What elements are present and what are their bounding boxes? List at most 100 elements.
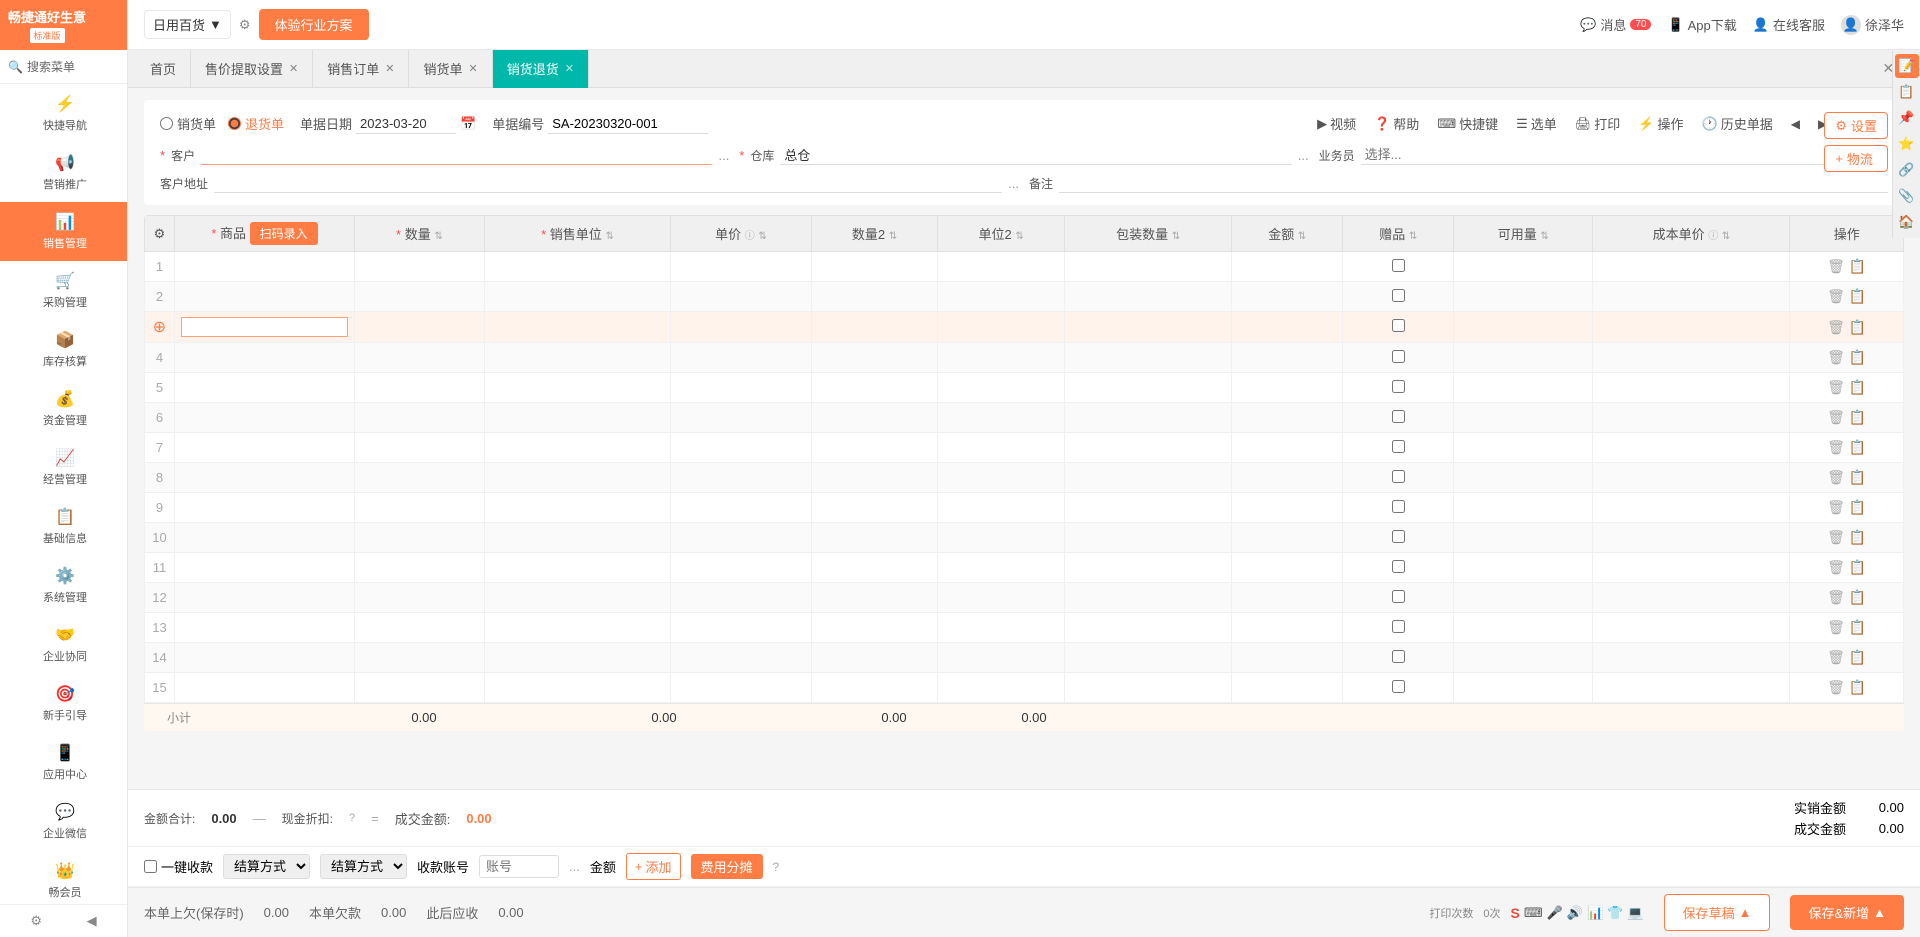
delete-icon[interactable]: 🗑: [1827, 409, 1845, 426]
sidebar-item-inventory[interactable]: 📦 库存核算: [0, 320, 127, 379]
copy-icon[interactable]: 📋: [1849, 409, 1866, 426]
shortcut-btn[interactable]: ⌨ 快捷键: [1433, 112, 1502, 135]
rp-note-icon[interactable]: 📝: [1895, 54, 1919, 78]
delete-icon[interactable]: 🗑: [1827, 469, 1845, 486]
delete-icon[interactable]: 🗑: [1827, 439, 1845, 456]
tool5-icon[interactable]: 👕: [1607, 905, 1623, 921]
delete-icon[interactable]: 🗑: [1827, 288, 1845, 305]
date-input[interactable]: [356, 114, 456, 134]
prev-btn[interactable]: ◀: [1787, 115, 1804, 133]
dropdown-arrow[interactable]: ▲: [1739, 905, 1752, 920]
copy-icon[interactable]: 📋: [1849, 258, 1866, 275]
rp-star-icon[interactable]: ⭐: [1895, 132, 1919, 156]
dropdown-arrow[interactable]: ▲: [1873, 905, 1886, 920]
delete-icon[interactable]: 🗑: [1827, 258, 1845, 275]
delete-icon[interactable]: 🗑: [1827, 379, 1845, 396]
copy-icon[interactable]: 📋: [1849, 559, 1866, 576]
delete-icon[interactable]: 🗑: [1827, 649, 1845, 666]
video-btn[interactable]: ▶ 视频: [1313, 112, 1360, 135]
copy-icon[interactable]: 📋: [1849, 529, 1866, 546]
settlement-select[interactable]: 结算方式: [223, 854, 310, 879]
settings-icon[interactable]: ⚙: [30, 913, 42, 929]
calc-select[interactable]: 结算方式: [320, 854, 407, 879]
address-select-btn[interactable]: ...: [1008, 176, 1019, 191]
cost-price-cell[interactable]: [1593, 252, 1790, 282]
rp-list-icon[interactable]: 📋: [1895, 80, 1919, 104]
note-input[interactable]: [1059, 173, 1888, 193]
message-item[interactable]: 💬 消息 70: [1580, 15, 1651, 34]
sidebar-item-sales[interactable]: 📊 销售管理: [0, 202, 127, 261]
copy-icon[interactable]: 📋: [1849, 379, 1866, 396]
one-click-label[interactable]: 一键收款: [144, 857, 213, 876]
tool1-icon[interactable]: ⌨: [1524, 905, 1543, 921]
setting-btn[interactable]: ⚙ 设置: [1824, 112, 1888, 139]
category-selector[interactable]: 日用百货 ▼: [144, 10, 231, 39]
help-btn[interactable]: ❓ 帮助: [1370, 112, 1423, 135]
delete-icon[interactable]: 🗑: [1827, 589, 1845, 606]
tab-price-settings[interactable]: 售价提取设置 ✕: [191, 50, 313, 88]
add-row-btn[interactable]: ⊕: [145, 312, 175, 343]
delete-icon[interactable]: 🗑: [1827, 319, 1845, 336]
copy-icon[interactable]: 📋: [1849, 619, 1866, 636]
sidebar-item-purchase[interactable]: 🛒 采购管理: [0, 261, 127, 320]
copy-icon[interactable]: 📋: [1849, 319, 1866, 336]
product-input[interactable]: [181, 317, 348, 337]
close-icon[interactable]: ✕: [565, 62, 574, 75]
tool3-icon[interactable]: 🔊: [1567, 905, 1583, 921]
qty2-cell[interactable]: [811, 252, 938, 282]
delete-icon[interactable]: 🗑: [1827, 619, 1845, 636]
tab-sales-delivery[interactable]: 销货单 ✕: [409, 50, 492, 88]
radio-return[interactable]: 退货单: [228, 114, 284, 133]
save-draft-btn[interactable]: 保存草稿 ▲: [1664, 894, 1771, 931]
unit-price-cell[interactable]: [671, 252, 812, 282]
scan-btn[interactable]: 扫码录入: [250, 222, 318, 245]
history-btn[interactable]: 🕐 历史单据: [1698, 112, 1777, 135]
salesperson-input[interactable]: [1361, 145, 1871, 165]
copy-icon[interactable]: 📋: [1849, 439, 1866, 456]
sidebar-item-member[interactable]: 👑 畅会员: [0, 851, 127, 904]
logistics-btn[interactable]: + 物流: [1824, 145, 1888, 172]
collapse-icon[interactable]: ◀: [87, 913, 97, 929]
settings-topbar-icon[interactable]: ⚙: [239, 17, 251, 33]
pack-qty-cell[interactable]: [1064, 252, 1231, 282]
id-input[interactable]: [548, 114, 708, 134]
delete-icon[interactable]: 🗑: [1827, 529, 1845, 546]
sales-unit-cell[interactable]: [484, 252, 670, 282]
copy-icon[interactable]: 📋: [1849, 288, 1866, 305]
fee-split-btn[interactable]: 费用分摊: [691, 854, 763, 879]
rp-pin-icon[interactable]: 📌: [1895, 106, 1919, 130]
fee-help-icon[interactable]: ?: [773, 860, 780, 874]
customer-input[interactable]: [201, 145, 712, 165]
amount-cell[interactable]: [1232, 252, 1343, 282]
close-icon[interactable]: ✕: [469, 62, 478, 75]
tab-sales-order[interactable]: 销售订单 ✕: [313, 50, 409, 88]
online-service-item[interactable]: 👤 在线客服: [1753, 15, 1825, 34]
tab-sales-return[interactable]: 销货退货 ✕: [493, 50, 589, 88]
tool4-icon[interactable]: 📊: [1587, 905, 1603, 921]
address-input[interactable]: [214, 173, 1002, 193]
user-profile[interactable]: 👤 徐泽华: [1841, 15, 1904, 35]
account-input[interactable]: [479, 855, 559, 878]
copy-icon[interactable]: 📋: [1849, 679, 1866, 696]
operate-btn[interactable]: ⚡ 操作: [1634, 112, 1687, 135]
search-menu[interactable]: 🔍 搜索菜单: [0, 50, 127, 84]
print-btn[interactable]: 🖨 打印: [1571, 112, 1625, 135]
delete-icon[interactable]: 🗑: [1827, 499, 1845, 516]
rp-link-icon[interactable]: 🔗: [1895, 158, 1919, 182]
tab-home[interactable]: 首页: [136, 50, 191, 88]
copy-icon[interactable]: 📋: [1849, 349, 1866, 366]
rp-home-icon[interactable]: 🏠: [1895, 210, 1919, 234]
tool6-icon[interactable]: 💻: [1627, 905, 1643, 921]
copy-icon[interactable]: 📋: [1849, 499, 1866, 516]
discount-help-icon[interactable]: ?: [349, 812, 355, 824]
sidebar-item-wechat[interactable]: 💬 企业微信: [0, 792, 127, 851]
save-new-btn[interactable]: 保存&新增 ▲: [1790, 895, 1904, 930]
sidebar-item-shortcut[interactable]: ⚡ 快捷导航: [0, 84, 127, 143]
app-download-item[interactable]: 📱 App下载: [1667, 15, 1736, 34]
delete-icon[interactable]: 🗑: [1827, 559, 1845, 576]
copy-icon[interactable]: 📋: [1849, 589, 1866, 606]
sidebar-item-system[interactable]: ⚙️ 系统管理: [0, 556, 127, 615]
customer-select-btn[interactable]: ...: [718, 148, 729, 163]
tool2-icon[interactable]: 🎤: [1547, 905, 1563, 921]
gift-cell[interactable]: [1343, 252, 1454, 282]
